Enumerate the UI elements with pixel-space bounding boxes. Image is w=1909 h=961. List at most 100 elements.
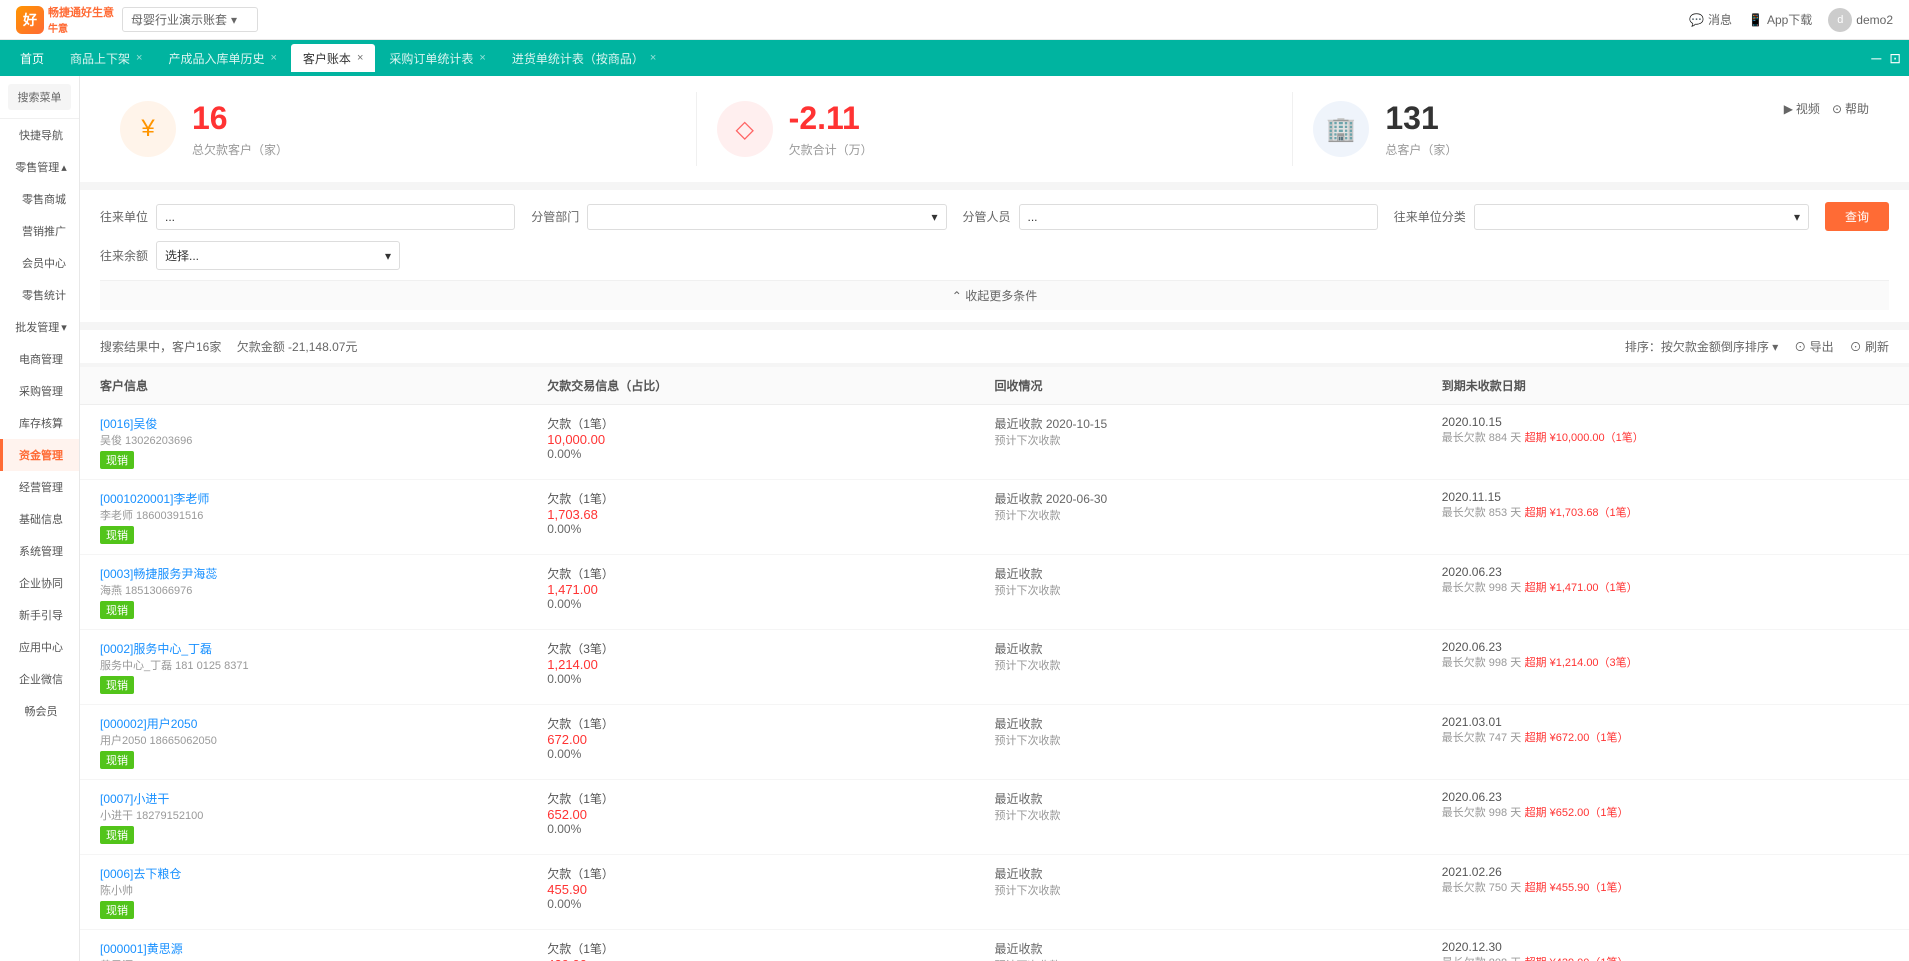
filter-label-category: 往来单位分类 bbox=[1394, 208, 1466, 225]
sidebar-item-retail-mgmt[interactable]: 零售管理 ▴ bbox=[0, 151, 79, 183]
customer-info-7: [000001]黄思源 黄思源 13552700226 现销 bbox=[100, 940, 547, 961]
expire-info-1: 2020.11.15 最长欠款 853 天 超期 ¥1,703.68（1笔） bbox=[1442, 490, 1889, 520]
tab-purchase-stats[interactable]: 进货单统计表（按商品） × bbox=[500, 44, 668, 72]
sort-label: 排序：按欠款金额倒序排序 ▾ bbox=[1625, 338, 1778, 355]
sidebar-item-enterprise-wechat[interactable]: 企业微信 bbox=[0, 663, 79, 695]
filter-item-dept: 分管部门 ▾ bbox=[531, 204, 946, 230]
table-row: [0016]吴俊 吴俊 13026203696 现销 欠款（1笔） 10,000… bbox=[80, 405, 1909, 480]
tab-purchase-order[interactable]: 采购订单统计表 × bbox=[377, 44, 497, 72]
top-bar-left: 好 畅捷通好生意 牛意 母婴行业演示账套 ▾ bbox=[16, 4, 258, 35]
expire-info-3: 2020.06.23 最长欠款 998 天 超期 ¥1,214.00（3笔） bbox=[1442, 640, 1889, 670]
result-bar: 搜索结果中，客户16家 欠款金额 -21,148.07元 排序：按欠款金额倒序排… bbox=[80, 330, 1909, 363]
refresh-btn[interactable]: ⊙ 刷新 bbox=[1850, 338, 1889, 355]
customer-phone-3: 服务中心_丁磊 181 0125 8371 bbox=[100, 657, 547, 673]
sidebar-item-retail-mall[interactable]: 零售商城 bbox=[0, 183, 79, 215]
overdue-link-1[interactable]: 超期 ¥1,703.68（1笔） bbox=[1525, 507, 1638, 519]
sidebar-item-app-center[interactable]: 应用中心 bbox=[0, 631, 79, 663]
overdue-link-4[interactable]: 超期 ¥672.00（1笔） bbox=[1525, 732, 1629, 744]
search-menu-button[interactable]: 搜索菜单 bbox=[8, 84, 71, 110]
collapse-more-btn[interactable]: ⌃ 收起更多条件 bbox=[100, 280, 1889, 310]
collection-info-0: 最近收款 2020-10-15 预计下次收款 bbox=[995, 415, 1442, 448]
overdue-link-5[interactable]: 超期 ¥652.00（1笔） bbox=[1525, 807, 1629, 819]
filter-item-balance: 往来余额 选择... ▾ bbox=[100, 241, 400, 270]
close-icon[interactable]: × bbox=[479, 52, 485, 64]
sidebar-item-batch-mgmt[interactable]: 批发管理 ▾ bbox=[0, 311, 79, 343]
sidebar-item-capital[interactable]: 资金管理 bbox=[0, 439, 79, 471]
tab-customer-account[interactable]: 客户账本 × bbox=[291, 44, 375, 72]
sidebar-item-enterprise[interactable]: 企业协同 bbox=[0, 567, 79, 599]
company-select[interactable]: 母婴行业演示账套 ▾ bbox=[122, 7, 258, 32]
filter-select-category[interactable]: ▾ bbox=[1474, 204, 1809, 230]
result-summary: 搜索结果中，客户16家 欠款金额 -21,148.07元 bbox=[100, 338, 357, 355]
col-collection: 回收情况 bbox=[995, 377, 1442, 394]
sidebar-item-system[interactable]: 系统管理 bbox=[0, 535, 79, 567]
chevron-down-icon: ▾ bbox=[1772, 340, 1778, 354]
sidebar-item-newbie[interactable]: 新手引导 bbox=[0, 599, 79, 631]
total-debt-customers: 16 bbox=[192, 100, 676, 137]
overdue-link-3[interactable]: 超期 ¥1,214.00（3笔） bbox=[1525, 657, 1638, 669]
table-row: [0007]小进干 小进干 18279152100 现销 欠款（1笔） 652.… bbox=[80, 780, 1909, 855]
customer-phone-0: 吴俊 13026203696 bbox=[100, 432, 547, 448]
filter-item-person: 分管人员 ... bbox=[963, 204, 1378, 230]
customer-name-1[interactable]: [0001020001]李老师 bbox=[100, 490, 547, 507]
data-table: 客户信息 欠款交易信息（占比） 回收情况 到期未收款日期 [0016]吴俊 吴俊… bbox=[80, 367, 1909, 961]
help-btn[interactable]: ⊙ 帮助 bbox=[1832, 100, 1869, 117]
search-button[interactable]: 查询 bbox=[1825, 202, 1889, 231]
app-slogan: 牛意 bbox=[48, 20, 114, 35]
sidebar-item-stock[interactable]: 库存核算 bbox=[0, 407, 79, 439]
col-debt: 欠款交易信息（占比） bbox=[547, 377, 994, 394]
table-row: [0006]去下粮仓 陈小帅 现销 欠款（1笔） 455.90 0.00% 最近… bbox=[80, 855, 1909, 930]
customer-name-2[interactable]: [0003]畅捷服务尹海蕊 bbox=[100, 565, 547, 582]
tab-minimize-icon[interactable]: ─ bbox=[1871, 50, 1881, 67]
filter-select-balance[interactable]: 选择... ▾ bbox=[156, 241, 400, 270]
close-icon[interactable]: × bbox=[136, 52, 142, 64]
close-icon[interactable]: × bbox=[650, 52, 656, 64]
tab-expand-icon[interactable]: ⊡ bbox=[1889, 50, 1901, 67]
tab-home[interactable]: 首页 bbox=[8, 44, 56, 72]
customer-name-4[interactable]: [000002]用户2050 bbox=[100, 715, 547, 732]
user-avatar[interactable]: d demo2 bbox=[1828, 8, 1893, 32]
filter-select-dept[interactable]: ▾ bbox=[587, 204, 946, 230]
sidebar-item-ecommerce[interactable]: 电商管理 bbox=[0, 343, 79, 375]
overdue-link-2[interactable]: 超期 ¥1,471.00（1笔） bbox=[1525, 582, 1638, 594]
customer-info-3: [0002]服务中心_丁磊 服务中心_丁磊 181 0125 8371 现销 bbox=[100, 640, 547, 694]
customer-name-7[interactable]: [000001]黄思源 bbox=[100, 940, 547, 957]
sidebar-item-basic-info[interactable]: 基础信息 bbox=[0, 503, 79, 535]
top-bar-right: 💬 消息 📱 App下载 d demo2 bbox=[1689, 8, 1893, 32]
close-icon[interactable]: × bbox=[270, 52, 276, 64]
sidebar-item-vip-member[interactable]: 畅会员 bbox=[0, 695, 79, 727]
sidebar-item-quick-nav[interactable]: 快捷导航 bbox=[0, 119, 79, 151]
customer-tag-0: 现销 bbox=[100, 451, 134, 469]
summary-icon-debt: ◇ bbox=[717, 101, 773, 157]
tab-product-history[interactable]: 产成品入库单历史 × bbox=[156, 44, 288, 72]
app-name: 畅捷通好生意 bbox=[48, 4, 114, 20]
customer-name-5[interactable]: [0007]小进干 bbox=[100, 790, 547, 807]
overdue-link-6[interactable]: 超期 ¥455.90（1笔） bbox=[1525, 882, 1629, 894]
customer-name-3[interactable]: [0002]服务中心_丁磊 bbox=[100, 640, 547, 657]
export-btn[interactable]: ⊙ 导出 bbox=[1794, 338, 1833, 355]
chevron-down-icon: ▾ bbox=[231, 13, 237, 27]
customer-phone-2: 海燕 18513066976 bbox=[100, 582, 547, 598]
sidebar-item-marketing[interactable]: 营销推广 bbox=[0, 215, 79, 247]
table-row: [0003]畅捷服务尹海蕊 海燕 18513066976 现销 欠款（1笔） 1… bbox=[80, 555, 1909, 630]
message-icon: 💬 bbox=[1689, 13, 1704, 27]
customer-name-6[interactable]: [0006]去下粮仓 bbox=[100, 865, 547, 882]
overdue-link-7[interactable]: 超期 ¥429.00（1笔） bbox=[1525, 957, 1629, 961]
debt-info-3: 欠款（3笔） 1,214.00 0.00% bbox=[547, 640, 994, 686]
sidebar-item-member[interactable]: 会员中心 bbox=[0, 247, 79, 279]
result-bar-right: 排序：按欠款金额倒序排序 ▾ ⊙ 导出 ⊙ 刷新 bbox=[1625, 338, 1889, 355]
tab-goods[interactable]: 商品上下架 × bbox=[58, 44, 154, 72]
close-icon[interactable]: × bbox=[357, 52, 363, 64]
filter-input-person[interactable]: ... bbox=[1019, 204, 1378, 230]
video-btn[interactable]: ▶ 视频 bbox=[1784, 100, 1820, 117]
app-download-btn[interactable]: 📱 App下载 bbox=[1748, 11, 1812, 28]
customer-info-5: [0007]小进干 小进干 18279152100 现销 bbox=[100, 790, 547, 844]
customer-name-0[interactable]: [0016]吴俊 bbox=[100, 415, 547, 432]
overdue-link-0[interactable]: 超期 ¥10,000.00（1笔） bbox=[1525, 432, 1644, 444]
sidebar-item-retail-stats[interactable]: 零售统计 bbox=[0, 279, 79, 311]
filter-input-unit[interactable]: ... bbox=[156, 204, 515, 230]
sidebar-item-purchase[interactable]: 采购管理 bbox=[0, 375, 79, 407]
message-btn[interactable]: 💬 消息 bbox=[1689, 11, 1732, 28]
sidebar-item-ops[interactable]: 经营管理 bbox=[0, 471, 79, 503]
top-bar: 好 畅捷通好生意 牛意 母婴行业演示账套 ▾ 💬 消息 📱 App下载 d de… bbox=[0, 0, 1909, 40]
